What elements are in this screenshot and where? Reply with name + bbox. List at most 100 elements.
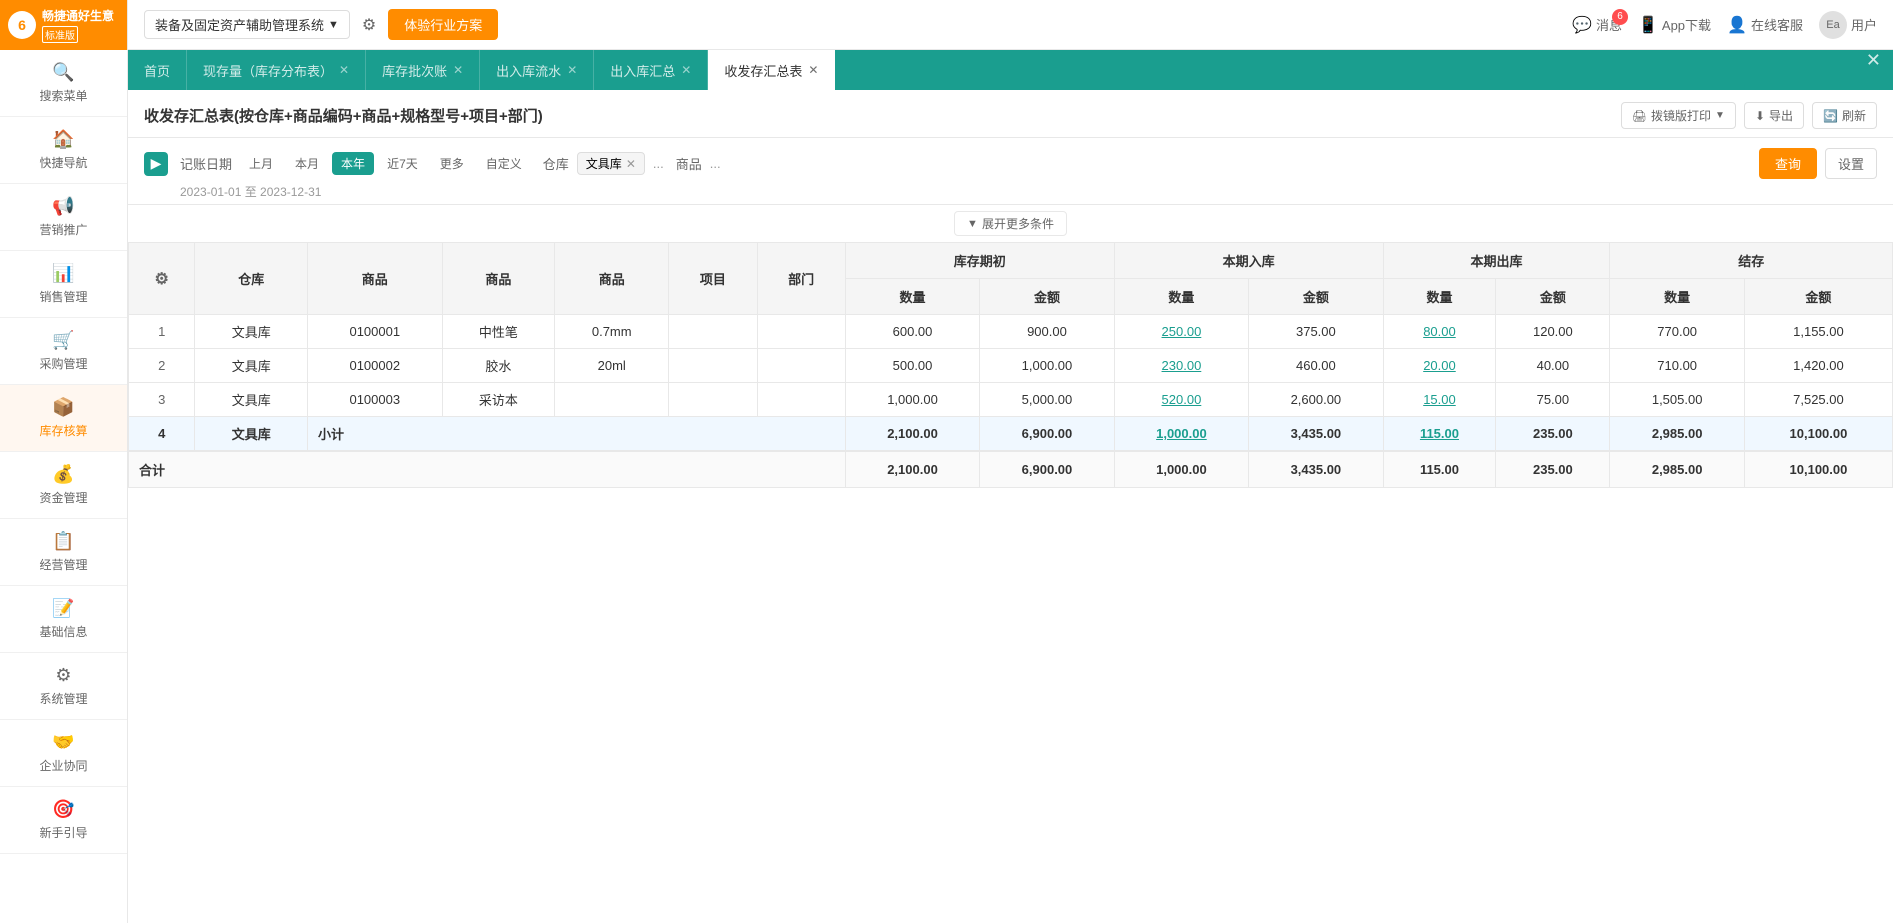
- gear-icon[interactable]: ⚙: [362, 15, 376, 35]
- product-more-btn[interactable]: ...: [710, 156, 721, 171]
- sub-close-qty: 数量: [1610, 279, 1744, 315]
- tab-batch-ledger-label: 库存批次账: [382, 61, 447, 80]
- print-btn[interactable]: 🖨 拨镜版打印 ▼: [1621, 102, 1736, 129]
- close-page-btn[interactable]: ✕: [1854, 50, 1893, 90]
- row-in-qty-1[interactable]: 230.00: [1114, 349, 1248, 383]
- tab-batch-ledger[interactable]: 库存批次账 ✕: [366, 50, 480, 90]
- sidebar-item-marketing[interactable]: 📢 营销推广: [0, 184, 127, 251]
- basic-info-icon: 📝: [52, 598, 74, 619]
- row-out-qty-2[interactable]: 15.00: [1383, 383, 1496, 417]
- tab-close-inventory-dist[interactable]: ✕: [339, 63, 349, 77]
- row-out-amt-1: 40.00: [1496, 349, 1610, 383]
- tab-close-in-out-flow[interactable]: ✕: [567, 63, 577, 77]
- tab-close-in-out-summary[interactable]: ✕: [681, 63, 691, 77]
- row-warehouse-2: 文具库: [195, 383, 308, 417]
- col-name-header: 商品: [442, 243, 555, 315]
- date-filter-label: 记账日期: [180, 154, 232, 173]
- sidebar-label-enterprise: 企业协同: [39, 757, 87, 774]
- sidebar-label-search: 搜索菜单: [39, 87, 87, 104]
- phone-icon: 📱: [1638, 15, 1658, 35]
- subtotal-warehouse: 文具库: [195, 417, 308, 452]
- tab-in-out-flow[interactable]: 出入库流水 ✕: [480, 50, 594, 90]
- subtotal-out-qty: 115.00: [1383, 417, 1496, 452]
- sidebar-item-sales[interactable]: 📊 销售管理: [0, 251, 127, 318]
- main-content: 装备及固定资产辅助管理系统 ▼ ⚙ 体验行业方案 💬 消息 6 📱 App下载 …: [128, 0, 1893, 923]
- warehouse-tag-close[interactable]: ✕: [626, 157, 636, 171]
- settings-btn[interactable]: 设置: [1825, 148, 1877, 179]
- row-close-amt-2: 7,525.00: [1744, 383, 1892, 417]
- row-index-0: 1: [129, 315, 195, 349]
- user-action[interactable]: Ea 用户: [1819, 11, 1877, 39]
- date-btn-7days[interactable]: 近7天: [378, 152, 427, 175]
- tab-recv-send-summary-label: 收发存汇总表: [724, 61, 802, 80]
- query-btn[interactable]: 查询: [1759, 148, 1817, 179]
- row-close-amt-1: 1,420.00: [1744, 349, 1892, 383]
- row-code-2: 0100003: [308, 383, 442, 417]
- sidebar-item-inventory[interactable]: 📦 库存核算: [0, 385, 127, 452]
- row-out-qty-0[interactable]: 80.00: [1383, 315, 1496, 349]
- online-service-action[interactable]: 👤 在线客服: [1727, 15, 1803, 35]
- expand-btn-label: 展开更多条件: [982, 215, 1054, 232]
- topbar-actions: 💬 消息 6 📱 App下载 👤 在线客服 Ea 用户: [1572, 11, 1877, 39]
- exp-btn[interactable]: 体验行业方案: [388, 9, 498, 40]
- col-incoming-header: 本期入库: [1114, 243, 1383, 279]
- date-btn-last-month[interactable]: 上月: [240, 152, 282, 175]
- sidebar-item-finance[interactable]: 💰 资金管理: [0, 452, 127, 519]
- warehouse-more-btn[interactable]: ...: [653, 156, 664, 171]
- tab-recv-send-summary[interactable]: 收发存汇总表 ✕: [708, 50, 835, 90]
- warehouse-filter: 仓库 文具库 ✕ ...: [543, 152, 664, 175]
- sidebar-item-newbie[interactable]: 🎯 新手引导: [0, 787, 127, 854]
- date-btn-this-month[interactable]: 本月: [286, 152, 328, 175]
- expand-more-btn[interactable]: ▼ 展开更多条件: [954, 211, 1067, 236]
- date-btn-more[interactable]: 更多: [431, 152, 473, 175]
- table-row: 2 文具库 0100002 胶水 20ml 500.00 1,000.00 23…: [129, 349, 1893, 383]
- export-btn[interactable]: ⬇ 导出: [1744, 102, 1804, 129]
- date-btn-custom[interactable]: 自定义: [477, 152, 531, 175]
- tab-inventory-dist[interactable]: 现存量（库存分布表） ✕: [187, 50, 366, 90]
- table-row: 1 文具库 0100001 中性笔 0.7mm 600.00 900.00 25…: [129, 315, 1893, 349]
- refresh-btn[interactable]: 🔄 刷新: [1812, 102, 1877, 129]
- sidebar-label-marketing: 营销推广: [39, 221, 87, 238]
- tab-in-out-summary[interactable]: 出入库汇总 ✕: [594, 50, 708, 90]
- col-warehouse-header: 仓库: [195, 243, 308, 315]
- date-range-text: 2023-01-01 至 2023-12-31: [180, 185, 321, 199]
- sidebar-item-search[interactable]: 🔍 搜索菜单: [0, 50, 127, 117]
- message-action[interactable]: 💬 消息 6: [1572, 15, 1622, 35]
- tab-home[interactable]: 首页: [128, 50, 187, 90]
- sidebar-item-enterprise[interactable]: 🤝 企业协同: [0, 720, 127, 787]
- table-settings-icon[interactable]: ⚙: [155, 271, 169, 288]
- sidebar-label-sales: 销售管理: [39, 288, 87, 305]
- sidebar-item-basic-info[interactable]: 📝 基础信息: [0, 586, 127, 653]
- subtotal-close-amt: 10,100.00: [1744, 417, 1892, 452]
- row-in-qty-0[interactable]: 250.00: [1114, 315, 1248, 349]
- query-action-buttons: 查询 设置: [1759, 148, 1877, 179]
- date-btn-this-year[interactable]: 本年: [332, 152, 374, 175]
- app-download-action[interactable]: 📱 App下载: [1638, 15, 1711, 35]
- col-settings-header[interactable]: ⚙: [129, 243, 195, 315]
- system-select[interactable]: 装备及固定资产辅助管理系统 ▼: [144, 10, 350, 39]
- newbie-icon: 🎯: [52, 799, 74, 820]
- tab-close-batch-ledger[interactable]: ✕: [453, 63, 463, 77]
- subtotal-in-amt: 3,435.00: [1249, 417, 1383, 452]
- logo-tag: 标准版: [42, 26, 78, 43]
- operations-icon: 📋: [52, 531, 74, 552]
- row-out-amt-2: 75.00: [1496, 383, 1610, 417]
- logo-text: 畅捷通好生意 标准版: [42, 7, 114, 43]
- sidebar-item-system[interactable]: ⚙ 系统管理: [0, 653, 127, 720]
- row-open-qty-1: 500.00: [845, 349, 979, 383]
- sidebar-item-purchase[interactable]: 🛒 采购管理: [0, 318, 127, 385]
- search-icon: 🔍: [52, 62, 74, 83]
- row-in-amt-2: 2,600.00: [1249, 383, 1383, 417]
- sidebar-item-operations[interactable]: 📋 经营管理: [0, 519, 127, 586]
- row-warehouse-0: 文具库: [195, 315, 308, 349]
- row-in-qty-2[interactable]: 520.00: [1114, 383, 1248, 417]
- message-icon: 💬: [1572, 15, 1592, 35]
- row-out-qty-1[interactable]: 20.00: [1383, 349, 1496, 383]
- col-opening-header: 库存期初: [845, 243, 1114, 279]
- row-index-2: 3: [129, 383, 195, 417]
- filter-toggle-arrow[interactable]: ▶: [144, 152, 168, 176]
- tab-close-recv-send-summary[interactable]: ✕: [808, 63, 818, 77]
- subtotal-out-amt: 235.00: [1496, 417, 1610, 452]
- sidebar-item-quick-nav[interactable]: 🏠 快捷导航: [0, 117, 127, 184]
- sidebar-label-quick-nav: 快捷导航: [39, 154, 87, 171]
